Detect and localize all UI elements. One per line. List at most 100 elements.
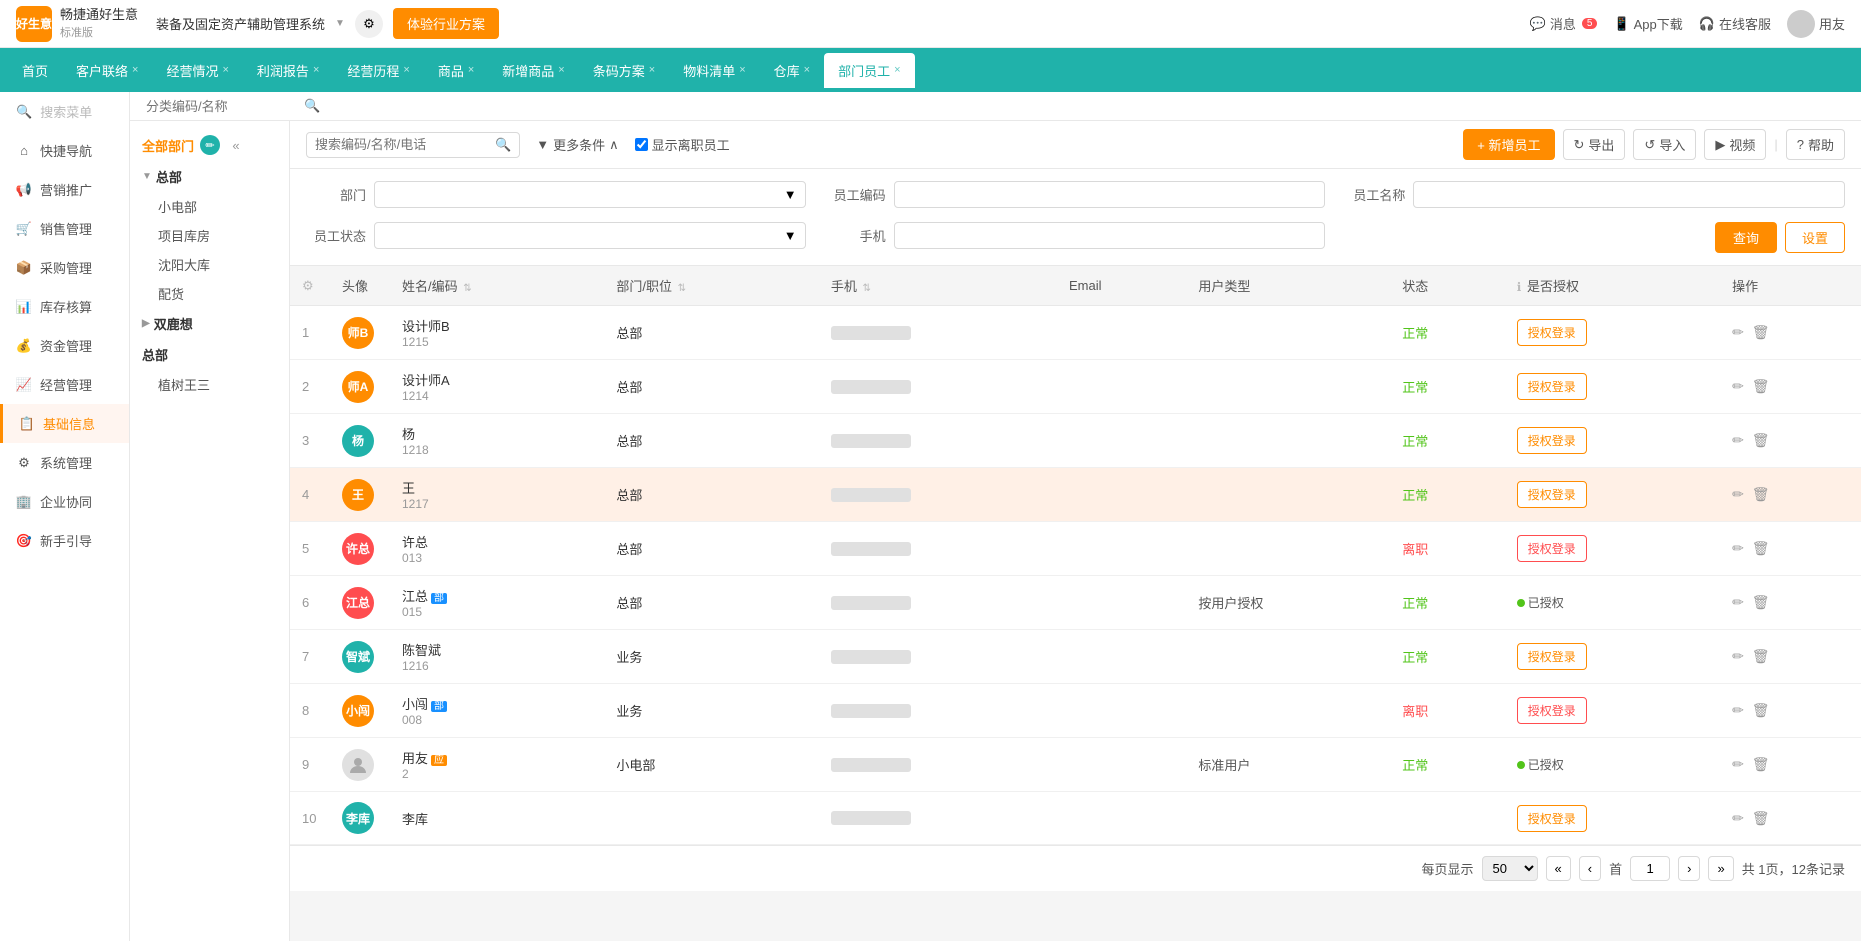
edit-icon[interactable]: ✏ xyxy=(1732,702,1744,719)
table-search-input[interactable] xyxy=(315,137,495,152)
import-button[interactable]: ↺ 导入 xyxy=(1633,129,1696,160)
dept-sub-zhishuwangsan[interactable]: 植树王三 xyxy=(130,370,289,399)
dept-sub-peihuo[interactable]: 配货 xyxy=(130,279,289,308)
delete-icon[interactable]: 🗑 xyxy=(1752,810,1770,827)
col-settings-icon[interactable]: ⚙ xyxy=(302,278,314,293)
edit-icon[interactable]: ✏ xyxy=(1732,594,1744,611)
tab-staff[interactable]: 部门员工 × xyxy=(824,53,914,88)
sidebar-item-system[interactable]: ⚙ 系统管理 xyxy=(0,443,129,482)
help-button[interactable]: ? 帮助 xyxy=(1786,129,1845,160)
sidebar-item-basic[interactable]: 📋 基础信息 xyxy=(0,404,129,443)
filter-name-input[interactable] xyxy=(1413,181,1845,208)
query-button[interactable]: 查询 xyxy=(1715,222,1777,253)
tab-warehouse[interactable]: 仓库 × xyxy=(760,53,824,88)
sidebar-item-sales[interactable]: 🛒 销售管理 xyxy=(0,209,129,248)
export-button[interactable]: ↻ 导出 xyxy=(1563,129,1626,160)
dept-sub-shenyang[interactable]: 沈阳大库 xyxy=(130,250,289,279)
sidebar-item-purchase[interactable]: 📦 采购管理 xyxy=(0,248,129,287)
table-search-icon[interactable]: 🔍 xyxy=(495,137,511,153)
close-goods-icon[interactable]: × xyxy=(468,64,474,76)
sidebar-item-enterprise[interactable]: 🏢 企业协同 xyxy=(0,482,129,521)
close-material-icon[interactable]: × xyxy=(739,64,745,76)
page-size-select[interactable]: 50 100 200 xyxy=(1482,856,1538,881)
edit-icon[interactable]: ✏ xyxy=(1732,810,1744,827)
close-history-icon[interactable]: × xyxy=(403,64,409,76)
close-warehouse-icon[interactable]: × xyxy=(804,64,810,76)
auth-login-button[interactable]: 授权登录 xyxy=(1517,427,1587,454)
page-input[interactable] xyxy=(1630,856,1670,881)
sidebar-item-quicknav[interactable]: ⌂ 快捷导航 xyxy=(0,131,129,170)
auth-login-button-resigned[interactable]: 授权登录 xyxy=(1517,535,1587,562)
first-page-button[interactable]: « xyxy=(1546,856,1571,881)
tab-history[interactable]: 经营历程 × xyxy=(333,53,423,88)
dept-group-shuangluxiang[interactable]: ▶ 双鹿想 xyxy=(130,308,289,339)
edit-icon[interactable]: ✏ xyxy=(1732,648,1744,665)
more-filter-button[interactable]: ▼ 更多条件 ∧ xyxy=(528,131,626,158)
sidebar-item-inventory[interactable]: 📊 库存核算 xyxy=(0,287,129,326)
app-download-action[interactable]: 📱 App下载 xyxy=(1613,14,1682,33)
close-addgoods-icon[interactable]: × xyxy=(558,64,564,76)
close-customer-icon[interactable]: × xyxy=(132,64,138,76)
dept-sub-xiangmu[interactable]: 项目库房 xyxy=(130,221,289,250)
sidebar-item-guide[interactable]: 🎯 新手引导 xyxy=(0,521,129,560)
sidebar-item-finance[interactable]: 💰 资金管理 xyxy=(0,326,129,365)
tab-addgoods[interactable]: 新增商品 × xyxy=(488,53,578,88)
filter-dept-select[interactable]: ▼ xyxy=(374,181,806,208)
delete-icon[interactable]: 🗑 xyxy=(1752,432,1770,449)
close-barcode-icon[interactable]: × xyxy=(649,64,655,76)
th-settings[interactable]: ⚙ xyxy=(290,266,330,306)
last-page-button[interactable]: » xyxy=(1708,856,1733,881)
dept-group-zongbu[interactable]: ▼ 总部 xyxy=(130,161,289,192)
prev-page-button[interactable]: ‹ xyxy=(1579,856,1601,881)
dept-all-label[interactable]: 全部部门 xyxy=(142,136,194,155)
next-page-button[interactable]: › xyxy=(1678,856,1700,881)
edit-icon[interactable]: ✏ xyxy=(1732,756,1744,773)
th-phone[interactable]: 手机 ⇅ xyxy=(819,266,1057,306)
delete-icon[interactable]: 🗑 xyxy=(1752,648,1770,665)
dept-edit-button[interactable]: ✏ xyxy=(200,135,220,155)
filter-status-select[interactable]: ▼ xyxy=(374,222,806,249)
delete-icon[interactable]: 🗑 xyxy=(1752,594,1770,611)
dept-group-zongbu2[interactable]: 总部 xyxy=(130,339,289,370)
trial-button[interactable]: 体验行业方案 xyxy=(393,8,499,39)
auth-login-button[interactable]: 授权登录 xyxy=(1517,481,1587,508)
gear-button[interactable]: ⚙ xyxy=(355,10,383,38)
auth-login-button[interactable]: 授权登录 xyxy=(1517,643,1587,670)
delete-icon[interactable]: 🗑 xyxy=(1752,486,1770,503)
message-action[interactable]: 💬 消息 5 xyxy=(1530,14,1598,33)
th-name[interactable]: 姓名/编码 ⇅ xyxy=(390,266,604,306)
dept-sub-xiaodianbu[interactable]: 小电部 xyxy=(130,192,289,221)
user-action[interactable]: 用友 xyxy=(1787,10,1845,38)
tab-material[interactable]: 物料清单 × xyxy=(669,53,759,88)
dept-collapse-button[interactable]: « xyxy=(226,135,246,155)
filter-phone-input[interactable] xyxy=(894,222,1326,249)
show-resigned-label[interactable]: 显示离职员工 xyxy=(635,135,730,154)
delete-icon[interactable]: 🗑 xyxy=(1752,378,1770,395)
tab-home[interactable]: 首页 xyxy=(8,53,62,88)
tab-barcode[interactable]: 条码方案 × xyxy=(579,53,669,88)
tab-goods[interactable]: 商品 × xyxy=(424,53,488,88)
auth-login-button-resigned[interactable]: 授权登录 xyxy=(1517,697,1587,724)
edit-icon[interactable]: ✏ xyxy=(1732,486,1744,503)
tab-customer[interactable]: 客户联络 × xyxy=(62,53,152,88)
system-dropdown-icon[interactable]: ▼ xyxy=(335,18,345,29)
show-resigned-checkbox[interactable] xyxy=(635,138,648,151)
tab-business[interactable]: 经营情况 × xyxy=(152,53,242,88)
auth-login-button[interactable]: 授权登录 xyxy=(1517,319,1587,346)
close-profit-icon[interactable]: × xyxy=(313,64,319,76)
delete-icon[interactable]: 🗑 xyxy=(1752,702,1770,719)
edit-icon[interactable]: ✏ xyxy=(1732,378,1744,395)
tab-profit[interactable]: 利润报告 × xyxy=(243,53,333,88)
sidebar-item-operation[interactable]: 📈 经营管理 xyxy=(0,365,129,404)
add-staff-button[interactable]: + 新增员工 xyxy=(1463,129,1554,160)
sidebar-search[interactable]: 🔍 搜索菜单 xyxy=(0,92,129,131)
auth-login-button[interactable]: 授权登录 xyxy=(1517,805,1587,832)
delete-icon[interactable]: 🗑 xyxy=(1752,756,1770,773)
edit-icon[interactable]: ✏ xyxy=(1732,432,1744,449)
th-dept[interactable]: 部门/职位 ⇅ xyxy=(604,266,818,306)
set-button[interactable]: 设置 xyxy=(1785,222,1845,253)
online-service-action[interactable]: 🎧 在线客服 xyxy=(1699,14,1771,33)
dept-search-input[interactable] xyxy=(146,99,296,114)
delete-icon[interactable]: 🗑 xyxy=(1752,324,1770,341)
dept-search-icon[interactable]: 🔍 xyxy=(304,98,320,114)
